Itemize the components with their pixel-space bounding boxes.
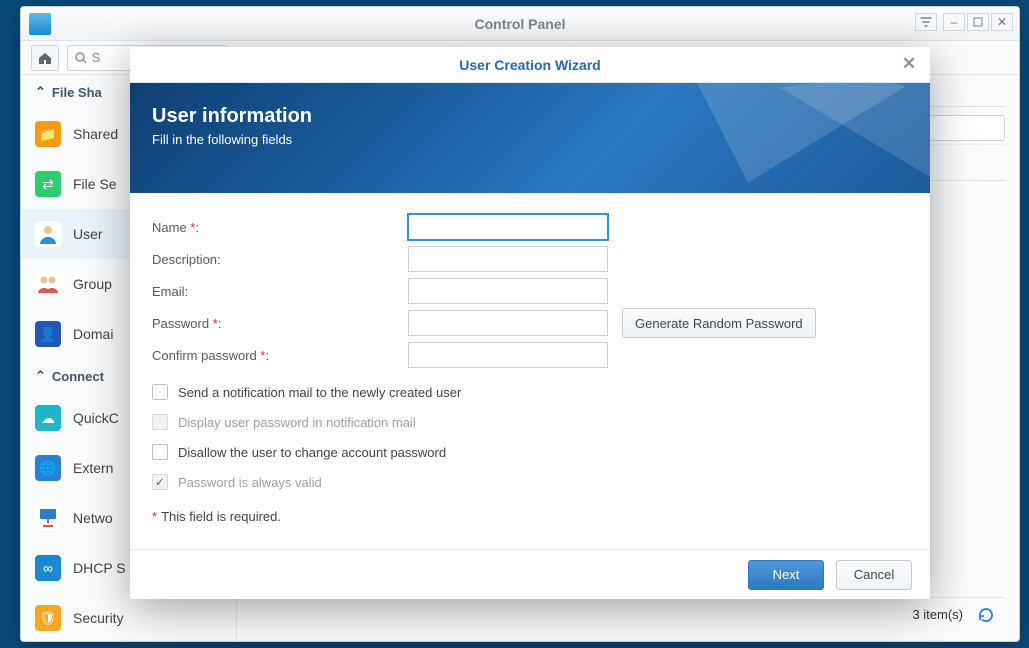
file-services-icon: ⇄ [35, 171, 61, 197]
sidebar-section-label: File Sha [52, 85, 102, 100]
required-note: *This field is required. [152, 509, 908, 524]
next-button[interactable]: Next [748, 560, 824, 590]
window-title: Control Panel [474, 16, 565, 32]
description-label: Description: [152, 252, 408, 267]
generate-password-button[interactable]: Generate Random Password [622, 308, 816, 338]
sidebar-item-label: Extern [73, 460, 113, 476]
checkbox-label: Password is always valid [178, 475, 322, 490]
checkbox-icon [152, 444, 168, 460]
titlebar: Control Panel – ✕ [21, 7, 1019, 41]
sidebar-item-security[interactable]: 🛡 Security [21, 593, 236, 641]
name-input[interactable] [408, 214, 608, 240]
close-button[interactable]: ✕ [991, 13, 1013, 31]
checkbox-icon [152, 474, 168, 490]
checkbox-label: Send a notification mail to the newly cr… [178, 385, 461, 400]
password-label: Password *: [152, 316, 408, 331]
network-icon [35, 505, 61, 531]
refresh-button[interactable] [977, 606, 995, 624]
email-input[interactable] [408, 278, 608, 304]
notify-checkbox[interactable]: Send a notification mail to the newly cr… [152, 377, 908, 407]
chevron-up-icon: ⌃ [35, 368, 46, 384]
sidebar-item-label: QuickC [73, 410, 119, 426]
wizard-footer: Next Cancel [130, 549, 930, 599]
user-icon [35, 221, 61, 247]
sidebar-section-label: Connect [52, 369, 104, 384]
sidebar-item-label: File Se [73, 176, 117, 192]
sidebar-item-label: Shared [73, 126, 118, 142]
domain-icon: 👤 [35, 321, 61, 347]
folder-icon: 📁 [35, 121, 61, 147]
email-label: Email: [152, 284, 408, 299]
wizard-heading: User information [152, 105, 908, 128]
sidebar-item-label: Security [73, 610, 124, 626]
app-icon [29, 13, 51, 35]
wizard-form: Name *: Description: Email: Password *: … [130, 193, 930, 549]
wizard-title: User Creation Wizard [459, 57, 600, 73]
wizard-subtitle: Fill in the following fields [152, 132, 908, 147]
group-icon [35, 271, 61, 297]
cancel-button[interactable]: Cancel [836, 560, 912, 590]
checkbox-icon [152, 384, 168, 400]
sidebar-item-label: Netwo [73, 510, 113, 526]
wizard-close-button[interactable]: ✕ [900, 55, 918, 73]
sidebar-item-label: DHCP S [73, 560, 126, 576]
sidebar-item-label: Domai [73, 326, 113, 342]
home-button[interactable] [31, 45, 59, 71]
checkbox-label: Display user password in notification ma… [178, 415, 416, 430]
content-footer: 3 item(s) [251, 597, 1005, 631]
wizard-banner: User information Fill in the following f… [130, 83, 930, 193]
dhcp-icon: ∞ [35, 555, 61, 581]
checkbox-icon [152, 414, 168, 430]
description-input[interactable] [408, 246, 608, 272]
always-valid-checkbox: Password is always valid [152, 467, 908, 497]
search-icon [74, 51, 88, 65]
sidebar-item-label: User [73, 226, 103, 242]
item-count: 3 item(s) [912, 607, 963, 622]
wizard-titlebar: User Creation Wizard ✕ [130, 47, 930, 83]
name-label: Name *: [152, 220, 408, 235]
disallow-change-checkbox[interactable]: Disallow the user to change account pass… [152, 437, 908, 467]
user-creation-wizard: User Creation Wizard ✕ User information … [130, 47, 930, 599]
filter-icon[interactable] [915, 13, 937, 31]
confirm-password-label: Confirm password *: [152, 348, 408, 363]
checkbox-label: Disallow the user to change account pass… [178, 445, 446, 460]
maximize-button[interactable] [967, 13, 989, 31]
cloud-icon: ☁ [35, 405, 61, 431]
showpw-checkbox: Display user password in notification ma… [152, 407, 908, 437]
shield-icon: 🛡 [35, 605, 61, 631]
sidebar-item-label: Group [73, 276, 112, 292]
minimize-button[interactable]: – [943, 13, 965, 31]
confirm-password-input[interactable] [408, 342, 608, 368]
globe-icon: 🌐 [35, 455, 61, 481]
password-input[interactable] [408, 310, 608, 336]
chevron-up-icon: ⌃ [35, 84, 46, 100]
